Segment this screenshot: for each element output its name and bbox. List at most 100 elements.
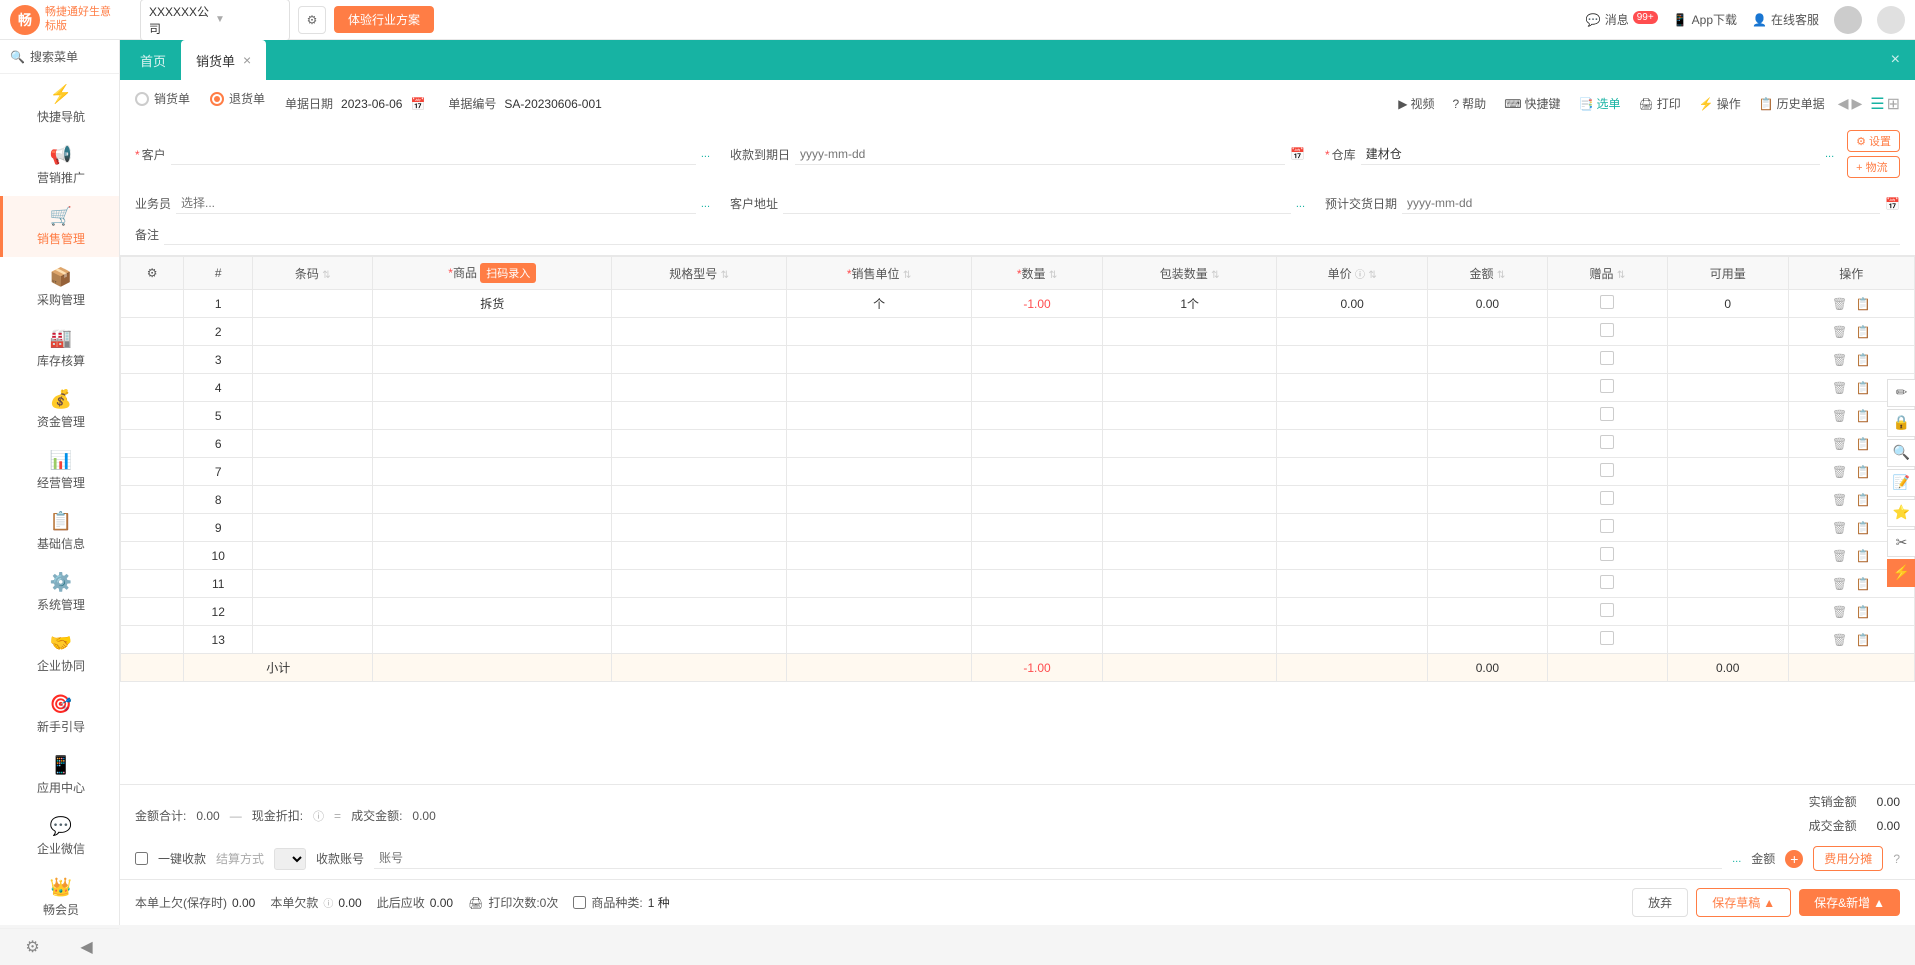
- customer-addr-more-btn[interactable]: ...: [1296, 198, 1305, 210]
- payment-date-calendar-icon[interactable]: 📅: [1290, 147, 1305, 161]
- tab-close-btn[interactable]: ×: [243, 52, 251, 68]
- delete-icon[interactable]: 🗑: [1832, 381, 1847, 395]
- print-tool[interactable]: 🖨 打印: [1634, 93, 1686, 114]
- row-gift[interactable]: [1547, 374, 1667, 402]
- payment-account-input[interactable]: [374, 848, 1722, 869]
- sidebar-item-marketing[interactable]: 📢 营销推广: [0, 135, 119, 196]
- one-click-payment-checkbox[interactable]: [135, 852, 148, 865]
- settings-icon[interactable]: ⚙: [298, 6, 326, 34]
- list-view-btn[interactable]: ☰: [1870, 94, 1884, 114]
- prev-btn[interactable]: ◀: [1838, 95, 1849, 112]
- copy-icon[interactable]: 📋: [1856, 605, 1871, 619]
- copy-icon[interactable]: 📋: [1856, 297, 1871, 311]
- salesperson-more-btn[interactable]: ...: [701, 198, 710, 210]
- copy-icon[interactable]: 📋: [1856, 577, 1871, 591]
- copy-icon[interactable]: 📋: [1856, 633, 1871, 647]
- sidebar-item-guide[interactable]: 🎯 新手引导: [0, 684, 119, 745]
- expense-help-icon[interactable]: ?: [1893, 852, 1900, 866]
- tab-sales-order[interactable]: 销货单 ×: [181, 40, 266, 80]
- sidebar-item-member[interactable]: 👑 畅会员: [0, 867, 119, 928]
- warehouse-more-btn[interactable]: ...: [1825, 148, 1834, 160]
- row-gift[interactable]: [1547, 290, 1667, 318]
- copy-icon[interactable]: 📋: [1856, 437, 1871, 451]
- payment-method-select[interactable]: [274, 848, 306, 870]
- row-gift[interactable]: [1547, 514, 1667, 542]
- customer-input[interactable]: [171, 144, 696, 165]
- sidebar-item-inventory[interactable]: 🏭 库存核算: [0, 318, 119, 379]
- sidebar-item-purchase[interactable]: 📦 采购管理: [0, 257, 119, 318]
- payment-date-input[interactable]: [795, 144, 1285, 165]
- copy-icon[interactable]: 📋: [1856, 549, 1871, 563]
- row-gift[interactable]: [1547, 430, 1667, 458]
- sidebar-settings-btn[interactable]: ⚙: [8, 937, 57, 957]
- save-new-dropdown-icon[interactable]: ▲: [1873, 896, 1885, 910]
- expense-btn[interactable]: 费用分摊: [1813, 846, 1883, 871]
- delete-icon[interactable]: 🗑: [1832, 577, 1847, 591]
- delete-icon[interactable]: 🗑: [1832, 633, 1847, 647]
- copy-icon[interactable]: 📋: [1856, 353, 1871, 367]
- sidebar-item-wechat[interactable]: 💬 企业微信: [0, 806, 119, 867]
- copy-icon[interactable]: 📋: [1856, 465, 1871, 479]
- copy-icon[interactable]: 📋: [1856, 409, 1871, 423]
- copy-icon[interactable]: 📋: [1856, 325, 1871, 339]
- calendar-icon[interactable]: 📅: [410, 97, 425, 111]
- delete-icon[interactable]: 🗑: [1832, 493, 1847, 507]
- delete-icon[interactable]: 🗑: [1832, 353, 1847, 367]
- delete-icon[interactable]: 🗑: [1832, 549, 1847, 563]
- copy-icon[interactable]: 📋: [1856, 381, 1871, 395]
- customer-more-btn[interactable]: ...: [701, 148, 710, 160]
- col-settings[interactable]: ⚙: [121, 257, 184, 290]
- company-selector[interactable]: XXXXXX公司 ▼: [140, 0, 290, 41]
- row-gift[interactable]: [1547, 458, 1667, 486]
- float-star-btn[interactable]: ⭐: [1887, 499, 1915, 527]
- delete-icon[interactable]: 🗑: [1832, 605, 1847, 619]
- delete-icon[interactable]: 🗑: [1832, 465, 1847, 479]
- delete-icon[interactable]: 🗑: [1832, 521, 1847, 535]
- row-gift[interactable]: [1547, 598, 1667, 626]
- radio-sales[interactable]: 销货单: [135, 90, 190, 107]
- sidebar-item-basic[interactable]: 📋 基础信息: [0, 501, 119, 562]
- sidebar-collapse-btn[interactable]: ◀: [62, 937, 111, 957]
- delete-icon[interactable]: 🗑: [1832, 325, 1847, 339]
- tab-home[interactable]: 首页: [125, 40, 181, 80]
- message-btn[interactable]: 💬 消息 99+: [1586, 11, 1658, 28]
- sidebar-item-enterprise[interactable]: 🤝 企业协同: [0, 623, 119, 684]
- tab-close-all-btn[interactable]: ×: [1881, 51, 1910, 69]
- help-tool[interactable]: ? 帮助: [1447, 93, 1491, 114]
- scan-btn[interactable]: 扫码录入: [480, 263, 536, 283]
- row-gift[interactable]: [1547, 542, 1667, 570]
- row-gift[interactable]: [1547, 402, 1667, 430]
- goods-type-checkbox[interactable]: [573, 896, 586, 909]
- delete-icon[interactable]: 🗑: [1832, 297, 1847, 311]
- avatar-2[interactable]: [1877, 6, 1905, 34]
- delivery-date-input[interactable]: [1402, 193, 1880, 214]
- float-lock-btn[interactable]: 🔒: [1887, 409, 1915, 437]
- history-tool[interactable]: 📋 历史单据: [1754, 93, 1830, 114]
- remark-input[interactable]: [164, 224, 1900, 245]
- app-download-btn[interactable]: 📱 App下载: [1673, 11, 1737, 28]
- row-gift[interactable]: [1547, 318, 1667, 346]
- select-tool[interactable]: 📑 选单: [1574, 93, 1626, 114]
- float-note-btn[interactable]: 📝: [1887, 469, 1915, 497]
- logistics-btn[interactable]: + 物流: [1847, 156, 1900, 178]
- row-gift[interactable]: [1547, 570, 1667, 598]
- copy-icon[interactable]: 📋: [1856, 493, 1871, 507]
- abandon-btn[interactable]: 放弃: [1632, 888, 1688, 917]
- next-btn[interactable]: ▶: [1851, 95, 1862, 112]
- row-gift[interactable]: [1547, 346, 1667, 374]
- save-draft-btn[interactable]: 保存草稿 ▲: [1696, 888, 1791, 917]
- float-cut-btn[interactable]: ✂: [1887, 529, 1915, 557]
- sidebar-item-operation[interactable]: 📊 经营管理: [0, 440, 119, 501]
- trial-btn[interactable]: 体验行业方案: [334, 6, 434, 33]
- copy-icon[interactable]: 📋: [1856, 521, 1871, 535]
- float-search-btn[interactable]: 🔍: [1887, 439, 1915, 467]
- payment-account-more[interactable]: ...: [1732, 853, 1741, 865]
- balance-info-icon[interactable]: ⓘ: [323, 895, 333, 910]
- online-service-btn[interactable]: 👤 在线客服: [1752, 11, 1819, 28]
- sidebar-item-finance[interactable]: 💰 资金管理: [0, 379, 119, 440]
- row-gift[interactable]: [1547, 486, 1667, 514]
- warehouse-input[interactable]: [1361, 144, 1820, 165]
- delete-icon[interactable]: 🗑: [1832, 437, 1847, 451]
- float-orange-btn[interactable]: ⚡: [1887, 559, 1915, 587]
- delivery-calendar-icon[interactable]: 📅: [1885, 197, 1900, 211]
